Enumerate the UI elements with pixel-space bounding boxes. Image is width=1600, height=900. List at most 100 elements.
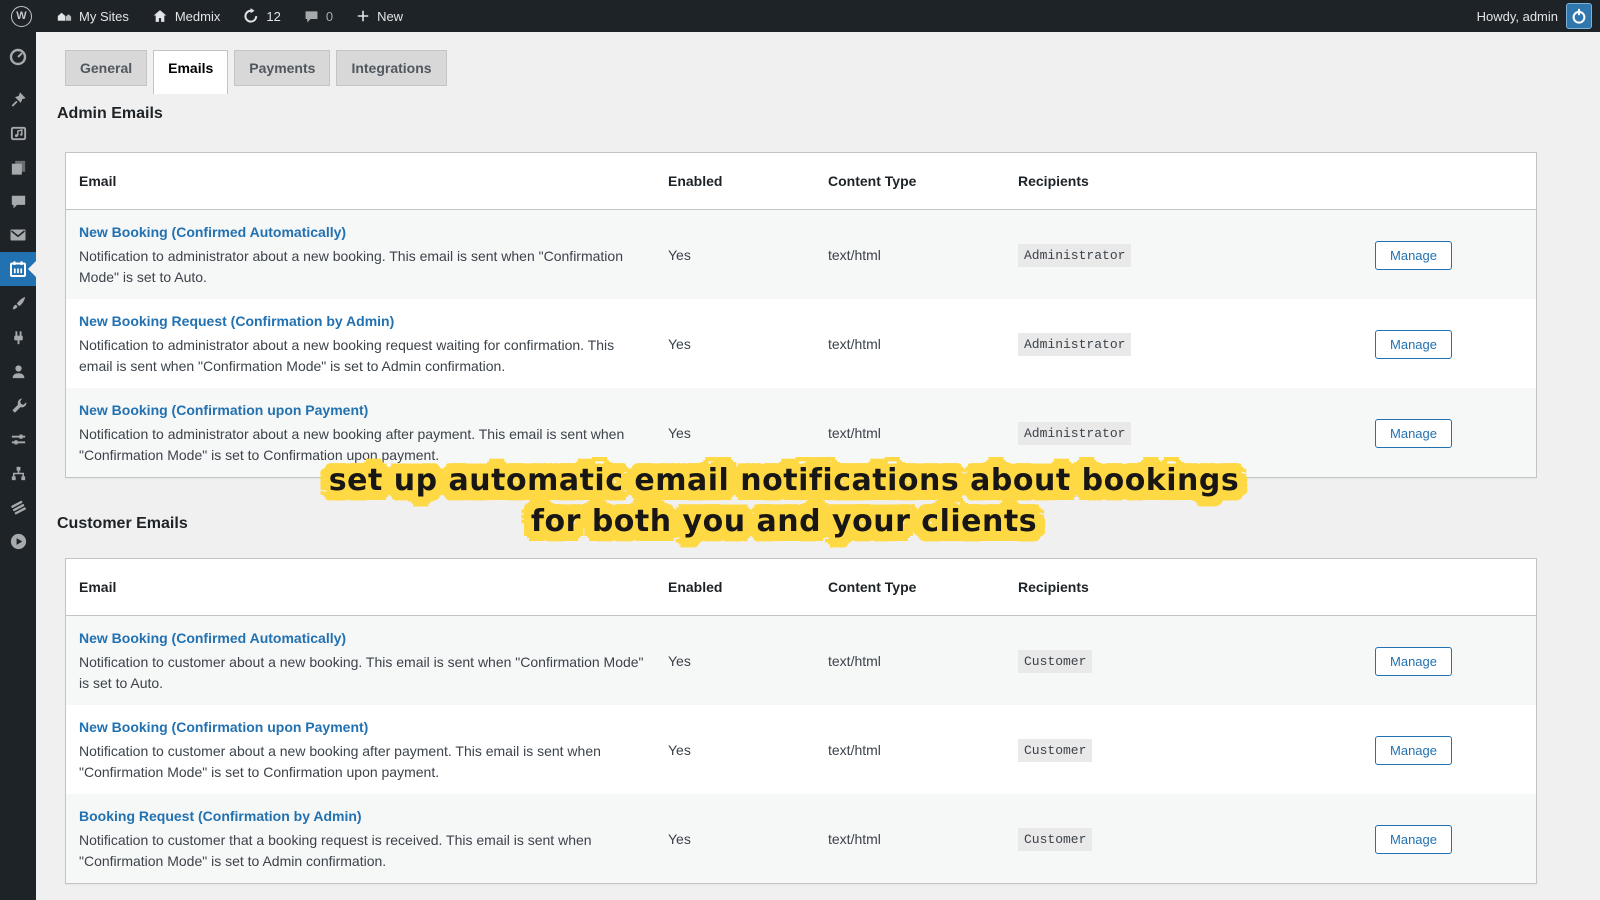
- customer-emails-heading: Customer Emails: [57, 515, 188, 532]
- sidebar-item-users[interactable]: [0, 354, 36, 388]
- admin-bar: W My Sites Medmix 12 0 New Howdy, admin: [0, 0, 1600, 32]
- update-count: 12: [266, 8, 281, 24]
- sidebar-item-settings[interactable]: [0, 422, 36, 456]
- email-description: Notification to administrator about a ne…: [79, 248, 623, 285]
- col-actions: [1298, 559, 1536, 616]
- sidebar-item-video[interactable]: [0, 524, 36, 558]
- sidebar-item-tools[interactable]: [0, 388, 36, 422]
- enabled-value: Yes: [668, 247, 691, 263]
- recipients-chip: Administrator: [1018, 332, 1132, 356]
- recipients-chip: Administrator: [1018, 243, 1132, 267]
- sidebar-item-dashboard[interactable]: [0, 40, 36, 74]
- col-content-type: Content Type: [828, 559, 1018, 616]
- manage-button[interactable]: Manage: [1375, 735, 1452, 765]
- comment-count: 0: [325, 8, 334, 24]
- manage-button[interactable]: Manage: [1375, 646, 1452, 676]
- col-email: Email: [66, 559, 668, 616]
- table-row: New Booking (Confirmed Automatically) No…: [66, 615, 1536, 705]
- recipients-chip: Customer: [1018, 738, 1093, 762]
- sidebar-item-comments[interactable]: [0, 184, 36, 218]
- recipients-chip: Administrator: [1018, 421, 1132, 445]
- new-label: New: [377, 8, 404, 24]
- howdy-text[interactable]: Howdy, admin: [1477, 9, 1558, 24]
- admin-emails-table: Email Enabled Content Type Recipients Ne…: [66, 153, 1536, 477]
- multisite-houses-icon: [54, 7, 73, 26]
- content-type-value: text/html: [828, 425, 881, 441]
- enabled-value: Yes: [668, 742, 691, 758]
- email-title-link[interactable]: New Booking Request (Confirmation by Adm…: [79, 311, 394, 332]
- comments-icon: [11, 195, 25, 208]
- table-row: New Booking Request (Confirmation by Adm…: [66, 299, 1536, 388]
- main-content: General Emails Payments Integrations Adm…: [36, 32, 1600, 884]
- comments-menu[interactable]: 0: [292, 0, 344, 32]
- email-icon: [10, 229, 26, 241]
- tools-wrench-icon: [11, 398, 26, 413]
- sidebar-item-bookings-calendar[interactable]: [0, 252, 36, 286]
- sidebar-item-appearance[interactable]: [0, 286, 36, 320]
- customer-emails-table-card: Email Enabled Content Type Recipients Ne…: [65, 558, 1537, 884]
- my-sites-label: My Sites: [79, 8, 129, 24]
- active-item-notch: [28, 261, 36, 277]
- pin-icon: [11, 91, 26, 107]
- col-enabled: Enabled: [668, 559, 828, 616]
- plus-icon: [355, 8, 371, 24]
- updates-menu[interactable]: 12: [231, 0, 291, 32]
- media-icon: [10, 126, 26, 140]
- email-title-link[interactable]: Booking Request (Confirmation by Admin): [79, 806, 362, 827]
- email-title-link[interactable]: New Booking (Confirmed Automatically): [79, 628, 346, 649]
- network-tree-icon: [11, 466, 25, 480]
- email-description: Notification to customer that a booking …: [79, 832, 592, 869]
- col-recipients: Recipients: [1018, 559, 1298, 616]
- email-description: Notification to customer about a new boo…: [79, 654, 644, 691]
- col-email: Email: [66, 153, 668, 210]
- manage-button[interactable]: Manage: [1375, 418, 1452, 448]
- sidebar-item-email[interactable]: [0, 218, 36, 252]
- table-row: New Booking (Confirmation upon Payment) …: [66, 705, 1536, 794]
- table-header-row: Email Enabled Content Type Recipients: [66, 559, 1536, 616]
- content-type-value: text/html: [828, 831, 881, 847]
- col-recipients: Recipients: [1018, 153, 1298, 210]
- customer-emails-table: Email Enabled Content Type Recipients Ne…: [66, 559, 1536, 883]
- email-description: Notification to administrator about a ne…: [79, 337, 615, 374]
- manage-button[interactable]: Manage: [1375, 824, 1452, 854]
- email-description: Notification to administrator about a ne…: [79, 426, 625, 463]
- enabled-value: Yes: [668, 336, 691, 352]
- tab-emails[interactable]: Emails: [153, 50, 229, 94]
- admin-emails-heading: Admin Emails: [57, 105, 163, 122]
- sidebar-item-pages[interactable]: [0, 150, 36, 184]
- admin-sidebar: [0, 32, 36, 900]
- user-avatar[interactable]: [1566, 3, 1592, 29]
- site-name-menu[interactable]: Medmix: [140, 0, 232, 32]
- tab-integrations[interactable]: Integrations: [336, 50, 447, 86]
- sidebar-item-plugins[interactable]: [0, 320, 36, 354]
- new-content-menu[interactable]: New: [344, 0, 414, 32]
- plugins-plug-icon: [13, 330, 23, 344]
- manage-button[interactable]: Manage: [1375, 240, 1452, 270]
- sidebar-item-media[interactable]: [0, 116, 36, 150]
- table-header-row: Email Enabled Content Type Recipients: [66, 153, 1536, 210]
- settings-tabs: General Emails Payments Integrations: [65, 50, 1537, 94]
- table-row: New Booking (Confirmed Automatically) No…: [66, 209, 1536, 299]
- content-type-value: text/html: [828, 336, 881, 352]
- table-row: Booking Request (Confirmation by Admin) …: [66, 794, 1536, 883]
- play-icon: [10, 533, 26, 549]
- sidebar-item-network[interactable]: [0, 456, 36, 490]
- email-title-link[interactable]: New Booking (Confirmed Automatically): [79, 222, 346, 243]
- recipients-chip: Customer: [1018, 827, 1093, 851]
- wordpress-menu-button[interactable]: W: [0, 0, 43, 32]
- tab-payments[interactable]: Payments: [234, 50, 331, 86]
- recipients-chip: Customer: [1018, 649, 1093, 673]
- email-title-link[interactable]: New Booking (Confirmation upon Payment): [79, 400, 368, 421]
- sidebar-item-stripe[interactable]: [0, 490, 36, 524]
- my-sites-menu[interactable]: My Sites: [43, 0, 140, 32]
- pages-icon: [11, 160, 25, 175]
- manage-button[interactable]: Manage: [1375, 329, 1452, 359]
- content-type-value: text/html: [828, 653, 881, 669]
- email-description: Notification to customer about a new boo…: [79, 743, 601, 780]
- tab-general[interactable]: General: [65, 50, 148, 86]
- users-icon: [12, 364, 24, 378]
- stripe-icon: [10, 500, 26, 514]
- settings-sliders-icon: [11, 434, 25, 444]
- email-title-link[interactable]: New Booking (Confirmation upon Payment): [79, 717, 368, 738]
- sidebar-item-posts[interactable]: [0, 82, 36, 116]
